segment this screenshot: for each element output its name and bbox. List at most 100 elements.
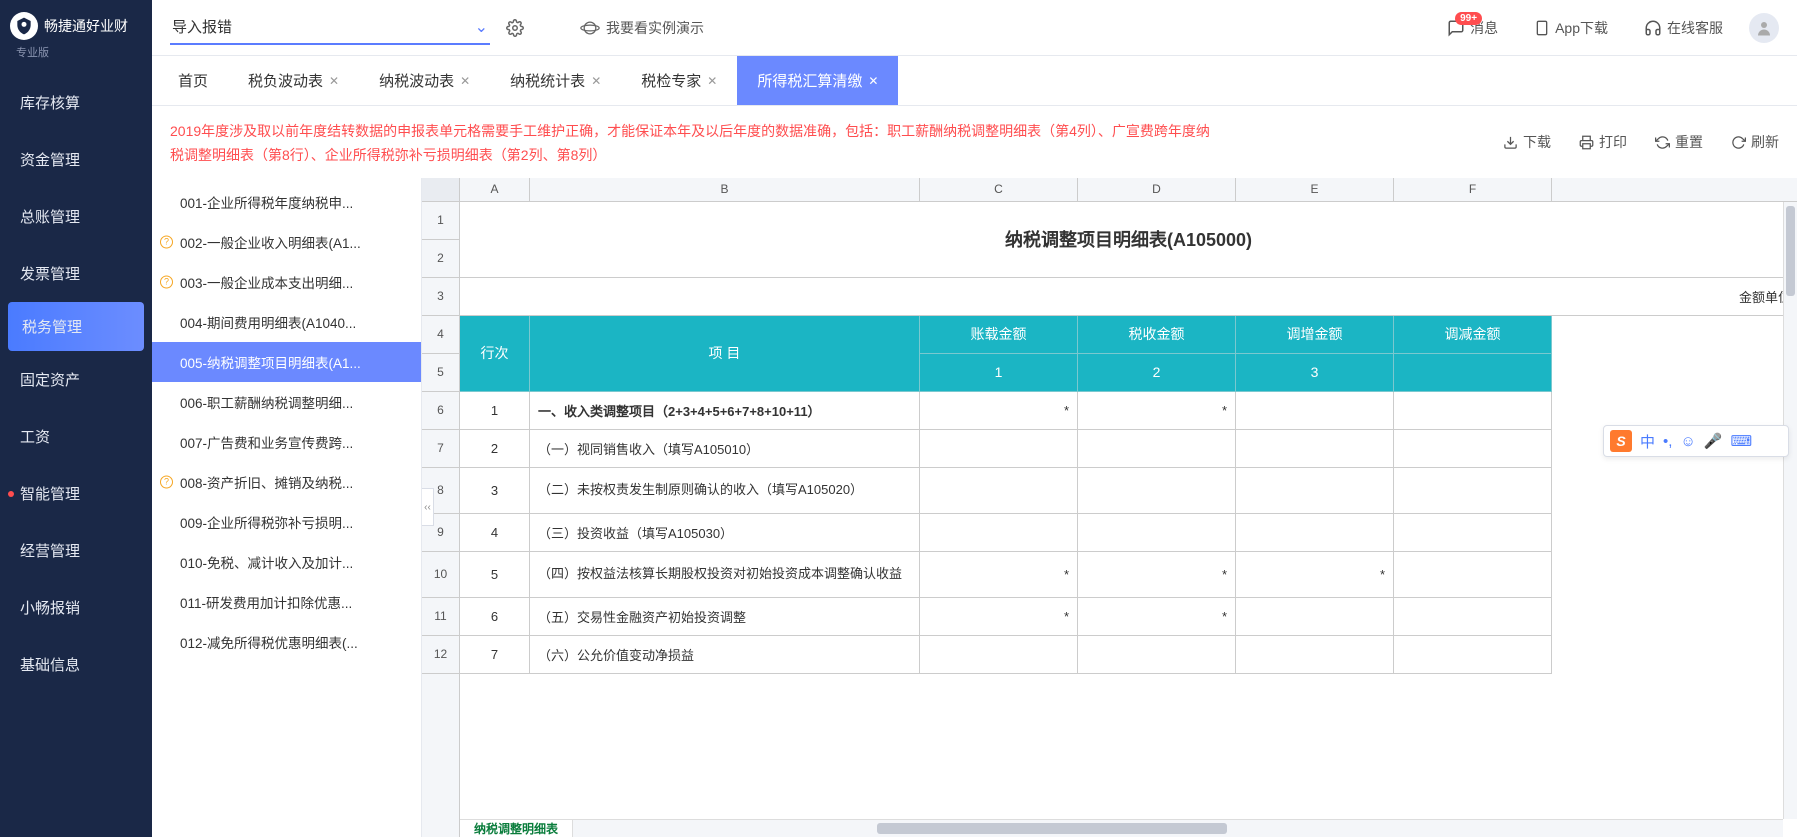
row-header-4[interactable]: 4 <box>422 316 459 354</box>
cell[interactable]: （三）投资收益（填写A105030） <box>530 514 920 552</box>
cell[interactable]: 5 <box>460 552 530 598</box>
cell[interactable]: * <box>920 598 1078 636</box>
ime-emoji-icon[interactable]: ☺ <box>1680 433 1695 450</box>
close-icon[interactable]: ✕ <box>329 74 339 88</box>
col-header-D[interactable]: D <box>1078 178 1236 201</box>
cell[interactable]: * <box>1078 552 1236 598</box>
chevron-down-icon[interactable]: ⌄ <box>475 17 488 37</box>
cell[interactable]: * <box>920 552 1078 598</box>
cell[interactable] <box>920 514 1078 552</box>
sidebar-item-5[interactable]: 固定资产 <box>0 351 152 408</box>
cell[interactable]: 6 <box>460 598 530 636</box>
messages-button[interactable]: 消息 99+ <box>1437 18 1508 38</box>
sidebar-item-1[interactable]: 资金管理 <box>0 131 152 188</box>
tab-3[interactable]: 纳税统计表✕ <box>490 56 621 105</box>
reset-button[interactable]: 重置 <box>1655 132 1703 152</box>
avatar[interactable] <box>1749 13 1779 43</box>
row-header-1[interactable]: 1 <box>422 202 459 240</box>
vertical-scrollbar[interactable] <box>1783 202 1797 819</box>
col-header-E[interactable]: E <box>1236 178 1394 201</box>
form-item-3[interactable]: 004-期间费用明细表(A1040... <box>152 302 421 342</box>
sidebar-item-10[interactable]: 基础信息 <box>0 636 152 693</box>
tab-5[interactable]: 所得税汇算清缴✕ <box>737 56 898 105</box>
cell[interactable] <box>1236 430 1394 468</box>
ime-lang[interactable]: 中 <box>1640 431 1655 452</box>
form-item-5[interactable]: 006-职工薪酬纳税调整明细... <box>152 382 421 422</box>
cell[interactable]: （五）交易性金融资产初始投资调整 <box>530 598 920 636</box>
search-box[interactable]: 导入报错 ⌄ <box>170 10 490 45</box>
sidebar-item-6[interactable]: 工资 <box>0 408 152 465</box>
tab-4[interactable]: 税检专家✕ <box>621 56 737 105</box>
cell[interactable]: 3 <box>460 468 530 514</box>
form-item-1[interactable]: ?002-一般企业收入明细表(A1... <box>152 222 421 262</box>
sidebar-item-2[interactable]: 总账管理 <box>0 188 152 245</box>
col-header-A[interactable]: A <box>460 178 530 201</box>
col-header-F[interactable]: F <box>1394 178 1552 201</box>
cell[interactable] <box>1394 468 1552 514</box>
cell[interactable]: 一、收入类调整项目（2+3+4+5+6+7+8+10+11） <box>530 392 920 430</box>
ime-keyboard-icon[interactable]: ⌨ <box>1730 432 1752 450</box>
cell[interactable] <box>1236 468 1394 514</box>
refresh-button[interactable]: 刷新 <box>1731 132 1779 152</box>
form-item-11[interactable]: 012-减免所得税优惠明细表(... <box>152 622 421 662</box>
cell[interactable] <box>1236 514 1394 552</box>
cell[interactable] <box>920 430 1078 468</box>
form-item-6[interactable]: 007-广告费和业务宣传费跨... <box>152 422 421 462</box>
cell[interactable] <box>920 636 1078 674</box>
row-header-6[interactable]: 6 <box>422 392 459 430</box>
cell[interactable] <box>1394 598 1552 636</box>
cell[interactable]: * <box>1078 598 1236 636</box>
form-item-8[interactable]: 009-企业所得税弥补亏损明... <box>152 502 421 542</box>
close-icon[interactable]: ✕ <box>591 74 601 88</box>
cell[interactable]: （六）公允价值变动净损益 <box>530 636 920 674</box>
sidebar-item-4[interactable]: 税务管理 <box>8 302 144 351</box>
row-header-7[interactable]: 7 <box>422 430 459 468</box>
cell[interactable]: * <box>1078 392 1236 430</box>
ime-mic-icon[interactable]: 🎤 <box>1704 432 1723 450</box>
sidebar-item-0[interactable]: 库存核算 <box>0 74 152 131</box>
form-item-0[interactable]: 001-企业所得税年度纳税申... <box>152 182 421 222</box>
col-header-B[interactable]: B <box>530 178 920 201</box>
cell[interactable] <box>1078 636 1236 674</box>
cell[interactable]: 4 <box>460 514 530 552</box>
form-item-4[interactable]: 005-纳税调整项目明细表(A1... <box>152 342 421 382</box>
cell[interactable] <box>1394 514 1552 552</box>
cell[interactable] <box>1236 392 1394 430</box>
cell[interactable] <box>920 468 1078 514</box>
cell[interactable]: * <box>920 392 1078 430</box>
ime-punct-icon[interactable]: •, <box>1663 433 1672 450</box>
app-download-button[interactable]: App下载 <box>1524 18 1618 38</box>
sidebar-item-9[interactable]: 小畅报销 <box>0 579 152 636</box>
collapse-handle[interactable]: ‹‹ <box>422 488 434 526</box>
cell[interactable] <box>1078 514 1236 552</box>
cell[interactable] <box>1394 552 1552 598</box>
cell[interactable] <box>1236 598 1394 636</box>
sidebar-item-7[interactable]: 智能管理 <box>0 465 152 522</box>
row-header-5[interactable]: 5 <box>422 354 459 392</box>
close-icon[interactable]: ✕ <box>707 74 717 88</box>
close-icon[interactable]: ✕ <box>460 74 470 88</box>
horizontal-scrollbar[interactable]: 纳税调整明细表 <box>460 819 1783 837</box>
print-button[interactable]: 打印 <box>1579 132 1627 152</box>
sidebar-item-8[interactable]: 经营管理 <box>0 522 152 579</box>
cell[interactable]: （一）视同销售收入（填写A105010） <box>530 430 920 468</box>
cell[interactable] <box>1394 392 1552 430</box>
cell[interactable] <box>1394 430 1552 468</box>
form-item-9[interactable]: 010-免税、减计收入及加计... <box>152 542 421 582</box>
sheet-tab[interactable]: 纳税调整明细表 <box>460 820 573 837</box>
cell[interactable] <box>1078 468 1236 514</box>
sheet-corner[interactable] <box>422 178 460 201</box>
support-button[interactable]: 在线客服 <box>1634 18 1733 38</box>
tab-1[interactable]: 税负波动表✕ <box>228 56 359 105</box>
row-header-12[interactable]: 12 <box>422 636 459 674</box>
form-item-2[interactable]: ?003-一般企业成本支出明细... <box>152 262 421 302</box>
row-header-10[interactable]: 10 <box>422 552 459 598</box>
cell[interactable]: （四）按权益法核算长期股权投资对初始投资成本调整确认收益 <box>530 552 920 598</box>
ime-toolbar[interactable]: S 中 •, ☺ 🎤 ⌨ <box>1603 425 1789 457</box>
demo-link[interactable]: 我要看实例演示 <box>580 18 704 38</box>
form-item-7[interactable]: ?008-资产折旧、摊销及纳税... <box>152 462 421 502</box>
cell[interactable] <box>1236 636 1394 674</box>
cell[interactable]: 7 <box>460 636 530 674</box>
sidebar-item-3[interactable]: 发票管理 <box>0 245 152 302</box>
form-item-10[interactable]: 011-研发费用加计扣除优惠... <box>152 582 421 622</box>
